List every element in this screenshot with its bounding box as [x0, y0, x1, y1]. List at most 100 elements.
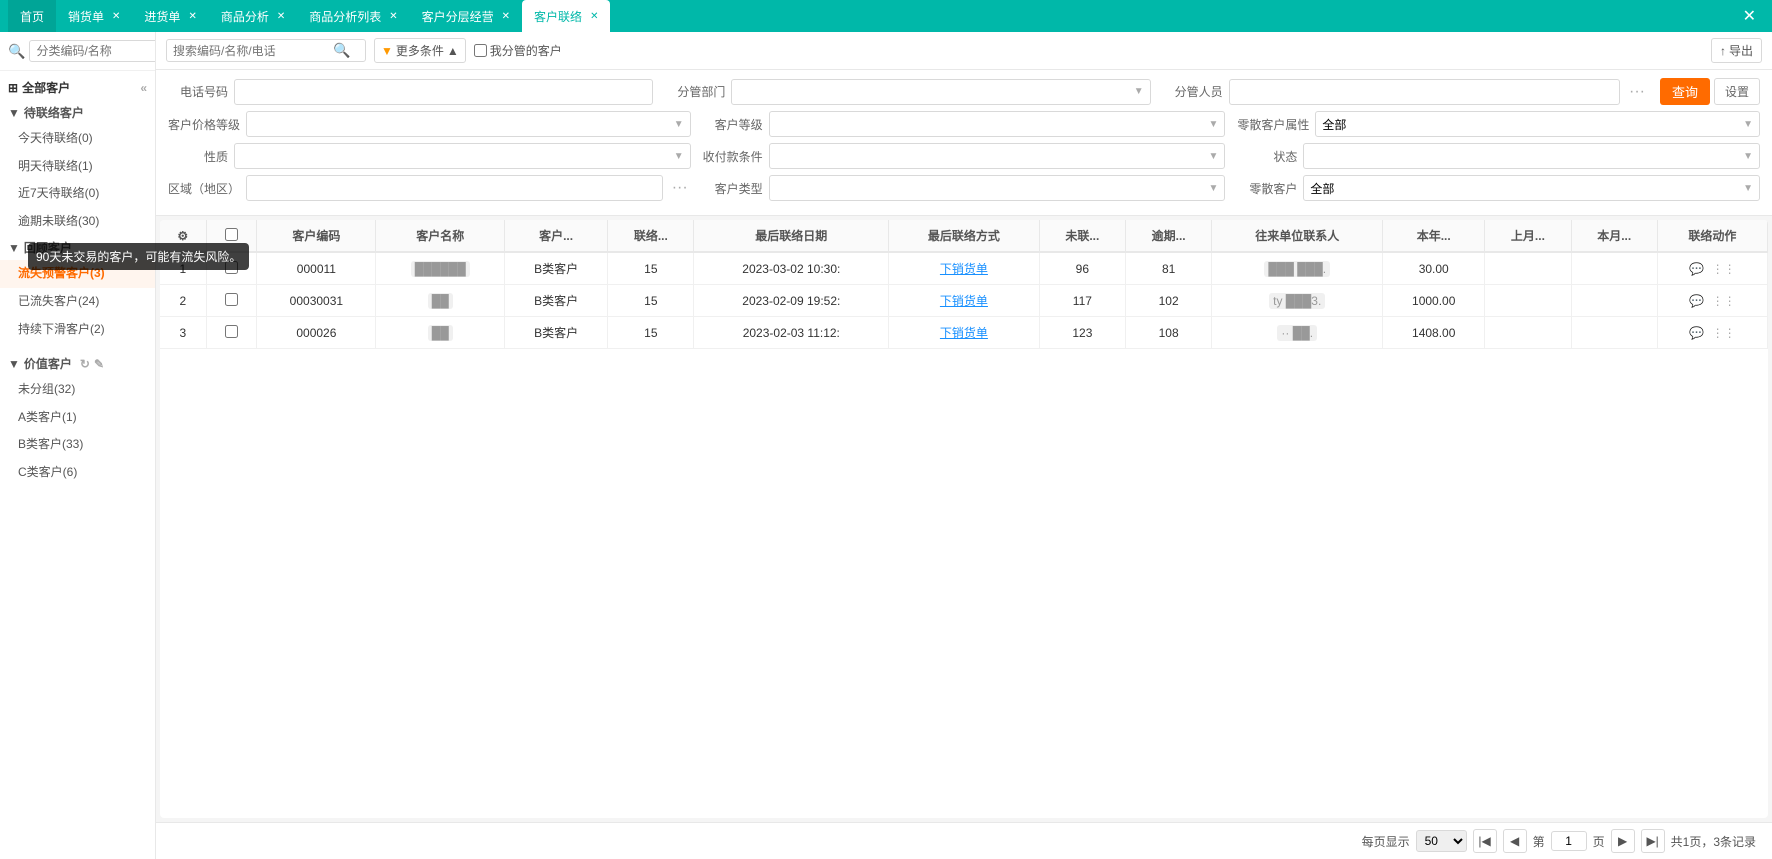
nav-tab-customer-tier-close[interactable]: ✕	[502, 11, 510, 22]
row-uncontacted: 96	[1039, 252, 1125, 285]
row-name: ██	[376, 285, 505, 317]
advanced-filter-panel: 电话号码 分管部门 ▼ 分管人员 ··· 查询 设置	[156, 70, 1772, 216]
action-more-icon[interactable]: ⋮⋮	[1712, 262, 1736, 276]
sidebar-item-churned[interactable]: 已流失客户(24)	[0, 288, 155, 316]
sidebar-item-class-b[interactable]: B类客户(33)	[0, 431, 155, 459]
action-chat-icon[interactable]: 💬	[1689, 262, 1704, 276]
nav-tab-customer-contact[interactable]: 客户联络 ✕	[522, 0, 610, 32]
col-contact[interactable]: 联络...	[608, 220, 694, 252]
my-customer-checkbox[interactable]	[474, 44, 487, 57]
last-page-button[interactable]: ▶|	[1641, 829, 1665, 853]
nav-tab-customer-contact-close[interactable]: ✕	[590, 11, 598, 22]
col-liaison[interactable]: 往来单位联系人	[1212, 220, 1383, 252]
col-this-year[interactable]: 本年...	[1383, 220, 1485, 252]
nav-tab-sales-close[interactable]: ✕	[112, 11, 120, 22]
sidebar-group-pending[interactable]: ▼ 待联络客户	[0, 100, 155, 125]
prev-page-button[interactable]: ◀	[1503, 829, 1527, 853]
liaison-blurred: ███ ███.	[1264, 261, 1330, 277]
nav-tab-customer-tier[interactable]: 客户分层经营 ✕	[410, 0, 522, 32]
sidebar-item-ungrouped[interactable]: 未分组(32)	[0, 376, 155, 404]
nav-tab-analysis[interactable]: 商品分析 ✕	[209, 0, 297, 32]
row-liaison: ty ███3.	[1212, 285, 1383, 317]
last-method-link[interactable]: 下销货单	[940, 294, 988, 308]
type-select[interactable]: ▼	[769, 175, 1226, 201]
status-select[interactable]: ▼	[1303, 143, 1760, 169]
action-more-icon[interactable]: ⋮⋮	[1712, 326, 1736, 340]
dept-select[interactable]: ▼	[731, 79, 1150, 105]
nav-tab-analysis-list-close[interactable]: ✕	[389, 11, 397, 22]
zero-attr-arrow: ▼	[1743, 119, 1753, 130]
col-uncontacted[interactable]: 未联...	[1039, 220, 1125, 252]
col-this-month[interactable]: 本月...	[1571, 220, 1657, 252]
edit-icon[interactable]: ✎	[94, 357, 104, 371]
zero-customer-select[interactable]: 全部 ▼	[1303, 175, 1760, 201]
sidebar-group-value[interactable]: ▼ 价值客户 ↻ ✎	[0, 351, 155, 376]
row-contact: 15	[608, 285, 694, 317]
price-level-select[interactable]: ▼	[246, 111, 691, 137]
col-last-method[interactable]: 最后联络方式	[889, 220, 1040, 252]
nav-tab-analysis-list[interactable]: 商品分析列表 ✕	[297, 0, 409, 32]
refresh-icon[interactable]: ↻	[80, 357, 90, 371]
last-method-link[interactable]: 下销货单	[940, 326, 988, 340]
nav-tab-sales[interactable]: 销货单 ✕	[56, 0, 132, 32]
nav-tab-purchase-close[interactable]: ✕	[188, 11, 196, 22]
action-chat-icon[interactable]: 💬	[1689, 326, 1704, 340]
first-page-button[interactable]: |◀	[1473, 829, 1497, 853]
row-last-method: 下销货单	[889, 317, 1040, 349]
sidebar-all-customers-header[interactable]: ⊞ 全部客户 «	[0, 71, 155, 100]
row-select-checkbox[interactable]	[225, 293, 238, 306]
next-page-button[interactable]: ▶	[1611, 829, 1635, 853]
col-last-date[interactable]: 最后联络日期	[694, 220, 889, 252]
region-label: 区域（地区）	[168, 180, 240, 197]
dept-label: 分管部门	[665, 83, 725, 100]
sidebar-item-class-c[interactable]: C类客户(6)	[0, 459, 155, 487]
col-type[interactable]: 客户...	[504, 220, 607, 252]
type-label: 客户类型	[703, 180, 763, 197]
nature-select[interactable]: ▼	[234, 143, 691, 169]
adv-filter-row-1: 电话号码 分管部门 ▼ 分管人员 ··· 查询 设置	[168, 78, 1760, 105]
action-chat-icon[interactable]: 💬	[1689, 294, 1704, 308]
sidebar-item-class-a[interactable]: A类客户(1)	[0, 404, 155, 432]
nav-tab-purchase[interactable]: 进货单 ✕	[132, 0, 208, 32]
phone-input[interactable]	[234, 79, 653, 105]
sidebar-item-tomorrow-pending[interactable]: 明天待联络(1)	[0, 153, 155, 181]
region-input[interactable]	[246, 175, 663, 201]
last-method-link[interactable]: 下销货单	[940, 262, 988, 276]
region-dots-button[interactable]: ···	[669, 179, 691, 197]
nav-tab-home[interactable]: 首页	[8, 0, 56, 32]
sidebar-item-week-pending[interactable]: 近7天待联络(0)	[0, 180, 155, 208]
action-more-icon[interactable]: ⋮⋮	[1712, 294, 1736, 308]
row-select-checkbox[interactable]	[225, 325, 238, 338]
query-button[interactable]: 查询	[1660, 78, 1710, 105]
sidebar-item-declining[interactable]: 持续下滑客户(2)	[0, 316, 155, 344]
sidebar-collapse-icon[interactable]: «	[140, 81, 147, 95]
zero-attr-select[interactable]: 全部 ▼	[1315, 111, 1760, 137]
nav-tab-analysis-close[interactable]: ✕	[277, 11, 285, 22]
export-button[interactable]: ↑ 导出	[1711, 38, 1762, 63]
sidebar-search-input[interactable]	[29, 40, 156, 62]
col-code[interactable]: 客户编码	[257, 220, 376, 252]
more-conditions-button[interactable]: ▼ 更多条件 ▲	[374, 38, 466, 63]
current-page-input[interactable]	[1551, 831, 1587, 851]
col-last-month[interactable]: 上月...	[1485, 220, 1571, 252]
col-overdue[interactable]: 逾期...	[1126, 220, 1212, 252]
filter-search-input[interactable]	[173, 44, 333, 58]
sidebar-search-icon: 🔍	[8, 43, 25, 60]
window-close-button[interactable]: ✕	[1735, 6, 1764, 26]
per-page-select[interactable]: 50 20 100	[1416, 830, 1467, 852]
payment-arrow: ▼	[1208, 151, 1218, 162]
manager-input[interactable]	[1229, 79, 1620, 105]
sidebar-item-overdue-pending[interactable]: 逾期未联络(30)	[0, 208, 155, 236]
manager-dots-button[interactable]: ···	[1626, 83, 1648, 101]
settings-button[interactable]: 设置	[1714, 78, 1760, 105]
status-field: 状态 ▼	[1237, 143, 1760, 169]
my-customer-checkbox-wrap[interactable]: 我分管的客户	[474, 42, 562, 59]
zero-customer-value: 全部	[1310, 180, 1334, 197]
filter-search-icon[interactable]: 🔍	[333, 42, 350, 59]
payment-select[interactable]: ▼	[769, 143, 1226, 169]
level-select[interactable]: ▼	[769, 111, 1226, 137]
col-name[interactable]: 客户名称	[376, 220, 505, 252]
select-all-checkbox[interactable]	[225, 228, 238, 241]
sidebar-item-today-pending[interactable]: 今天待联络(0)	[0, 125, 155, 153]
row-this-month	[1571, 317, 1657, 349]
